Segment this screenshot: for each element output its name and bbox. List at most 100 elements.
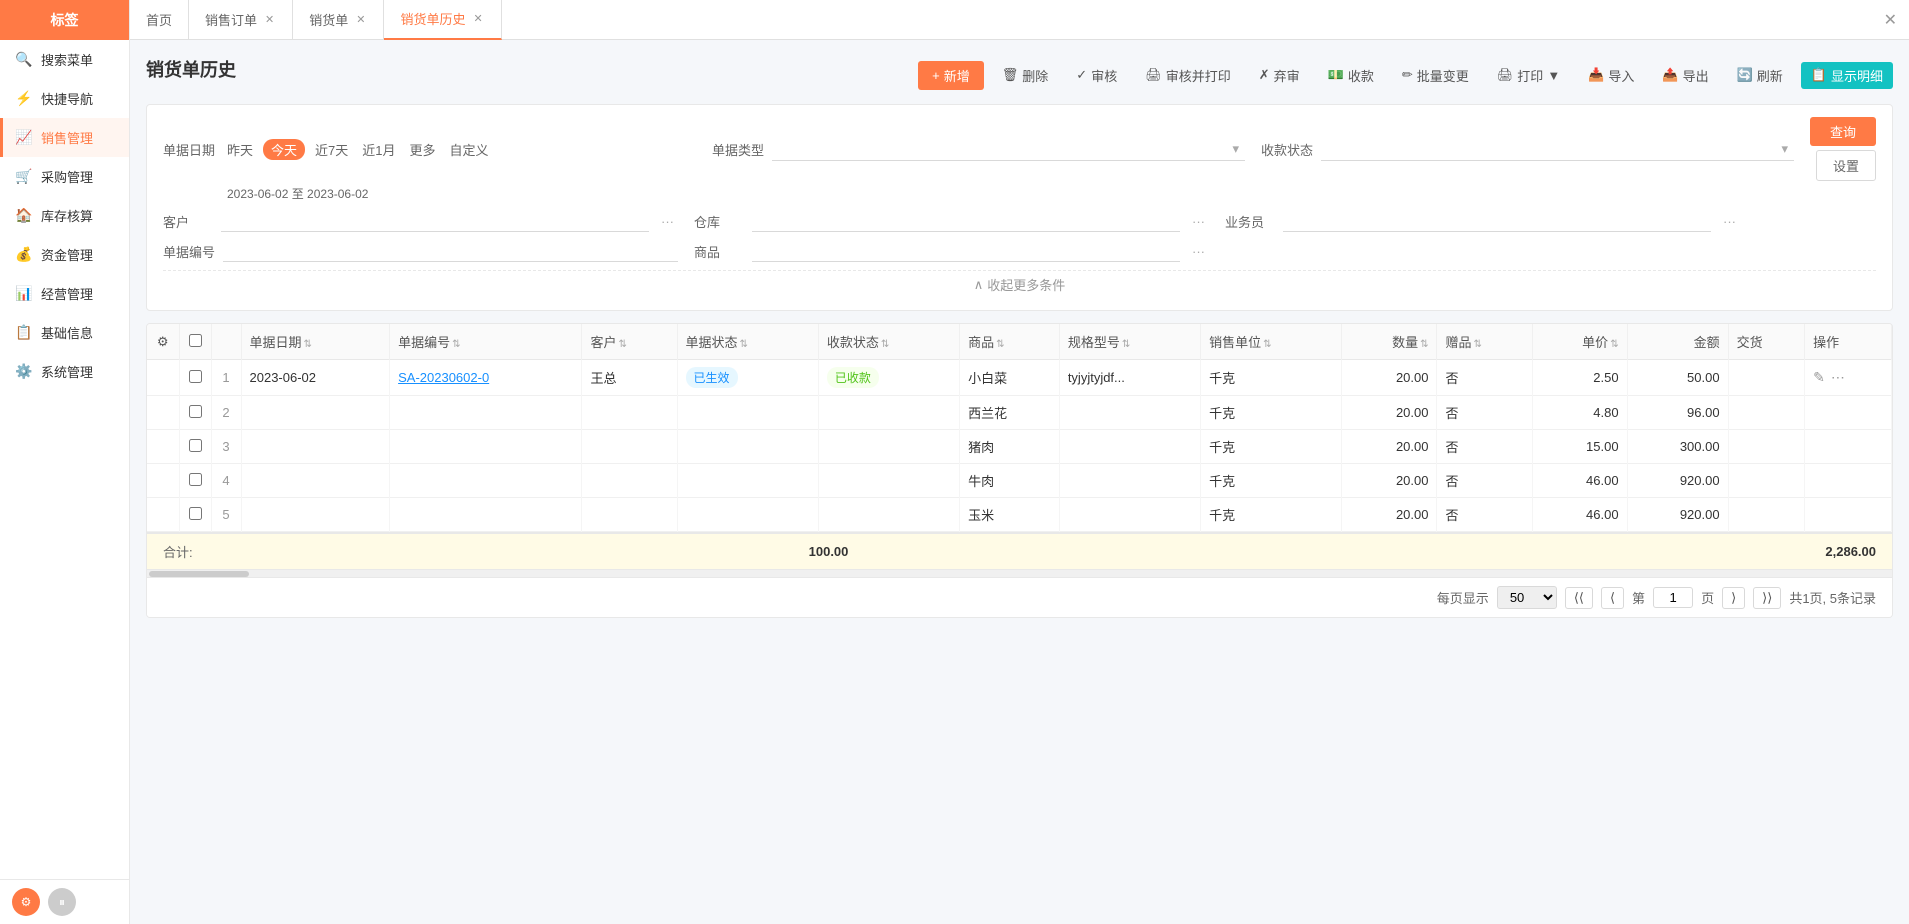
cell-docno[interactable]: SA-20230602-0 <box>390 360 582 396</box>
cell-customer <box>582 396 677 430</box>
select-all-checkbox[interactable] <box>189 334 202 347</box>
date-shortcut-more[interactable]: 更多 <box>406 139 440 160</box>
print-icon: 🖨 <box>1497 67 1514 83</box>
prev-page-btn[interactable]: ⟨ <box>1601 587 1624 609</box>
warehouse-input[interactable] <box>752 210 1180 232</box>
tab-close-sales-order[interactable]: ✕ <box>263 11 276 28</box>
cell-docno[interactable] <box>390 430 582 464</box>
more-icon[interactable]: ⋯ <box>1831 369 1845 386</box>
tab-sales-delivery[interactable]: 销货单 ✕ <box>293 0 384 40</box>
col-customer[interactable]: 客户⇅ <box>582 324 677 360</box>
customer-picker-btn[interactable]: ··· <box>657 214 678 229</box>
date-shortcut-last1month[interactable]: 近1月 <box>358 139 399 160</box>
print-button[interactable]: 🖨 打印 ▼ <box>1487 62 1570 89</box>
col-goods[interactable]: 商品⇅ <box>960 324 1060 360</box>
tab-home[interactable]: 首页 <box>130 0 189 40</box>
tab-sales-order[interactable]: 销售订单 ✕ <box>189 0 293 40</box>
date-shortcut-yesterday[interactable]: 昨天 <box>223 139 257 160</box>
row-checkbox[interactable] <box>189 370 202 383</box>
tab-close-sales-history[interactable]: ✕ <box>472 10 485 27</box>
sidebar-item-basic-info[interactable]: 📋 基础信息 <box>0 313 129 352</box>
sidebar-item-search-menu[interactable]: 🔍 搜索菜单 <box>0 40 129 79</box>
refresh-button[interactable]: 🔄 刷新 <box>1727 62 1793 89</box>
salesperson-input[interactable] <box>1283 210 1711 232</box>
col-docno[interactable]: 单据编号⇅ <box>390 324 582 360</box>
scrollbar-thumb[interactable] <box>149 571 249 577</box>
query-button[interactable]: 查询 <box>1810 117 1876 146</box>
row-checkbox-cell[interactable] <box>179 396 211 430</box>
audit-print-button[interactable]: 🖨 审核并打印 <box>1135 62 1241 89</box>
sidebar-item-label: 系统管理 <box>41 362 93 381</box>
goods-input[interactable] <box>752 240 1180 262</box>
sidebar-item-quick-nav[interactable]: ⚡ 快捷导航 <box>0 79 129 118</box>
salesperson-picker-btn[interactable]: ··· <box>1719 214 1740 229</box>
collapse-filter-btn[interactable]: ∧ 收起更多条件 <box>163 270 1876 298</box>
col-date[interactable]: 单据日期⇅ <box>241 324 390 360</box>
col-spec[interactable]: 规格型号⇅ <box>1059 324 1200 360</box>
batch-change-button[interactable]: ✏ 批量变更 <box>1392 62 1479 89</box>
filter-collect-status-field: 收款状态 ▾ <box>1261 138 1794 161</box>
sidebar-collapse-btn[interactable]: ⏸ <box>48 888 76 916</box>
doc-no-link[interactable]: SA-20230602-0 <box>398 370 489 385</box>
sidebar-item-purchase-mgmt[interactable]: 🛒 采购管理 <box>0 157 129 196</box>
col-collect-status[interactable]: 收款状态⇅ <box>818 324 959 360</box>
collect-button[interactable]: 💵 收款 <box>1318 62 1384 89</box>
import-button[interactable]: 📥 导入 <box>1578 62 1644 89</box>
col-qty[interactable]: 数量⇅ <box>1342 324 1437 360</box>
row-checkbox-cell[interactable] <box>179 464 211 498</box>
page-input[interactable] <box>1653 587 1693 608</box>
first-page-btn[interactable]: ⟨⟨ <box>1565 587 1593 609</box>
customer-input[interactable] <box>221 210 649 232</box>
sidebar-item-sales-mgmt[interactable]: 📈 销售管理 <box>0 118 129 157</box>
row-checkbox[interactable] <box>189 473 202 486</box>
col-doc-status[interactable]: 单据状态⇅ <box>677 324 818 360</box>
cell-docno[interactable] <box>390 464 582 498</box>
date-shortcut-last7days[interactable]: 近7天 <box>311 139 352 160</box>
add-button[interactable]: + 新增 <box>918 61 984 90</box>
docno-input[interactable] <box>223 240 678 262</box>
tab-close-sales-delivery[interactable]: ✕ <box>354 11 367 28</box>
date-shortcut-today[interactable]: 今天 <box>263 139 305 160</box>
tab-sales-history[interactable]: 销货单历史 ✕ <box>384 0 501 40</box>
col-price[interactable]: 单价⇅ <box>1532 324 1627 360</box>
date-shortcut-custom[interactable]: 自定义 <box>446 139 493 160</box>
sidebar-settings-btn[interactable]: ⚙ <box>12 888 40 916</box>
goods-picker-btn[interactable]: ··· <box>1188 244 1209 259</box>
cell-goods: 牛肉 <box>960 464 1060 498</box>
per-page-select[interactable]: 50 100 200 <box>1497 586 1557 609</box>
row-checkbox[interactable] <box>189 439 202 452</box>
purchase-mgmt-icon: 🛒 <box>15 168 33 186</box>
last-page-btn[interactable]: ⟩⟩ <box>1753 587 1781 609</box>
col-settings[interactable]: ⚙ <box>147 324 179 360</box>
row-checkbox[interactable] <box>189 405 202 418</box>
close-all-tabs-btn[interactable]: ✕ <box>1872 10 1909 30</box>
sidebar-item-operations[interactable]: 📊 经营管理 <box>0 274 129 313</box>
customer-label: 客户 <box>163 212 213 231</box>
cell-docno[interactable] <box>390 498 582 532</box>
audit-button[interactable]: ✓ 审核 <box>1066 62 1127 89</box>
filter-settings-button[interactable]: 设置 <box>1816 150 1876 181</box>
show-detail-button[interactable]: 📋 显示明细 <box>1801 62 1893 89</box>
horizontal-scrollbar[interactable] <box>147 569 1892 577</box>
row-checkbox-cell[interactable] <box>179 430 211 464</box>
sidebar-item-sys-mgmt[interactable]: ⚙️ 系统管理 <box>0 352 129 391</box>
next-page-btn[interactable]: ⟩ <box>1722 587 1745 609</box>
cell-docno[interactable] <box>390 396 582 430</box>
warehouse-picker-btn[interactable]: ··· <box>1188 214 1209 229</box>
edit-icon[interactable]: ✎ <box>1813 369 1825 386</box>
collect-status-select[interactable]: ▾ <box>1321 138 1794 161</box>
row-checkbox-cell[interactable] <box>179 498 211 532</box>
operations-icon: 📊 <box>15 285 33 303</box>
row-checkbox-cell[interactable] <box>179 360 211 396</box>
sidebar-item-inventory[interactable]: 🏠 库存核算 <box>0 196 129 235</box>
sidebar-item-finance[interactable]: 💰 资金管理 <box>0 235 129 274</box>
doc-type-select[interactable]: ▾ <box>772 138 1245 161</box>
cell-price: 46.00 <box>1532 498 1627 532</box>
row-checkbox[interactable] <box>189 507 202 520</box>
abandon-button[interactable]: ✗ 弃审 <box>1249 62 1310 89</box>
delete-button[interactable]: 🗑 删除 <box>992 62 1059 89</box>
col-checkbox[interactable] <box>179 324 211 360</box>
col-gift[interactable]: 赠品⇅ <box>1437 324 1532 360</box>
col-unit[interactable]: 销售单位⇅ <box>1201 324 1342 360</box>
export-button[interactable]: 📤 导出 <box>1652 62 1718 89</box>
